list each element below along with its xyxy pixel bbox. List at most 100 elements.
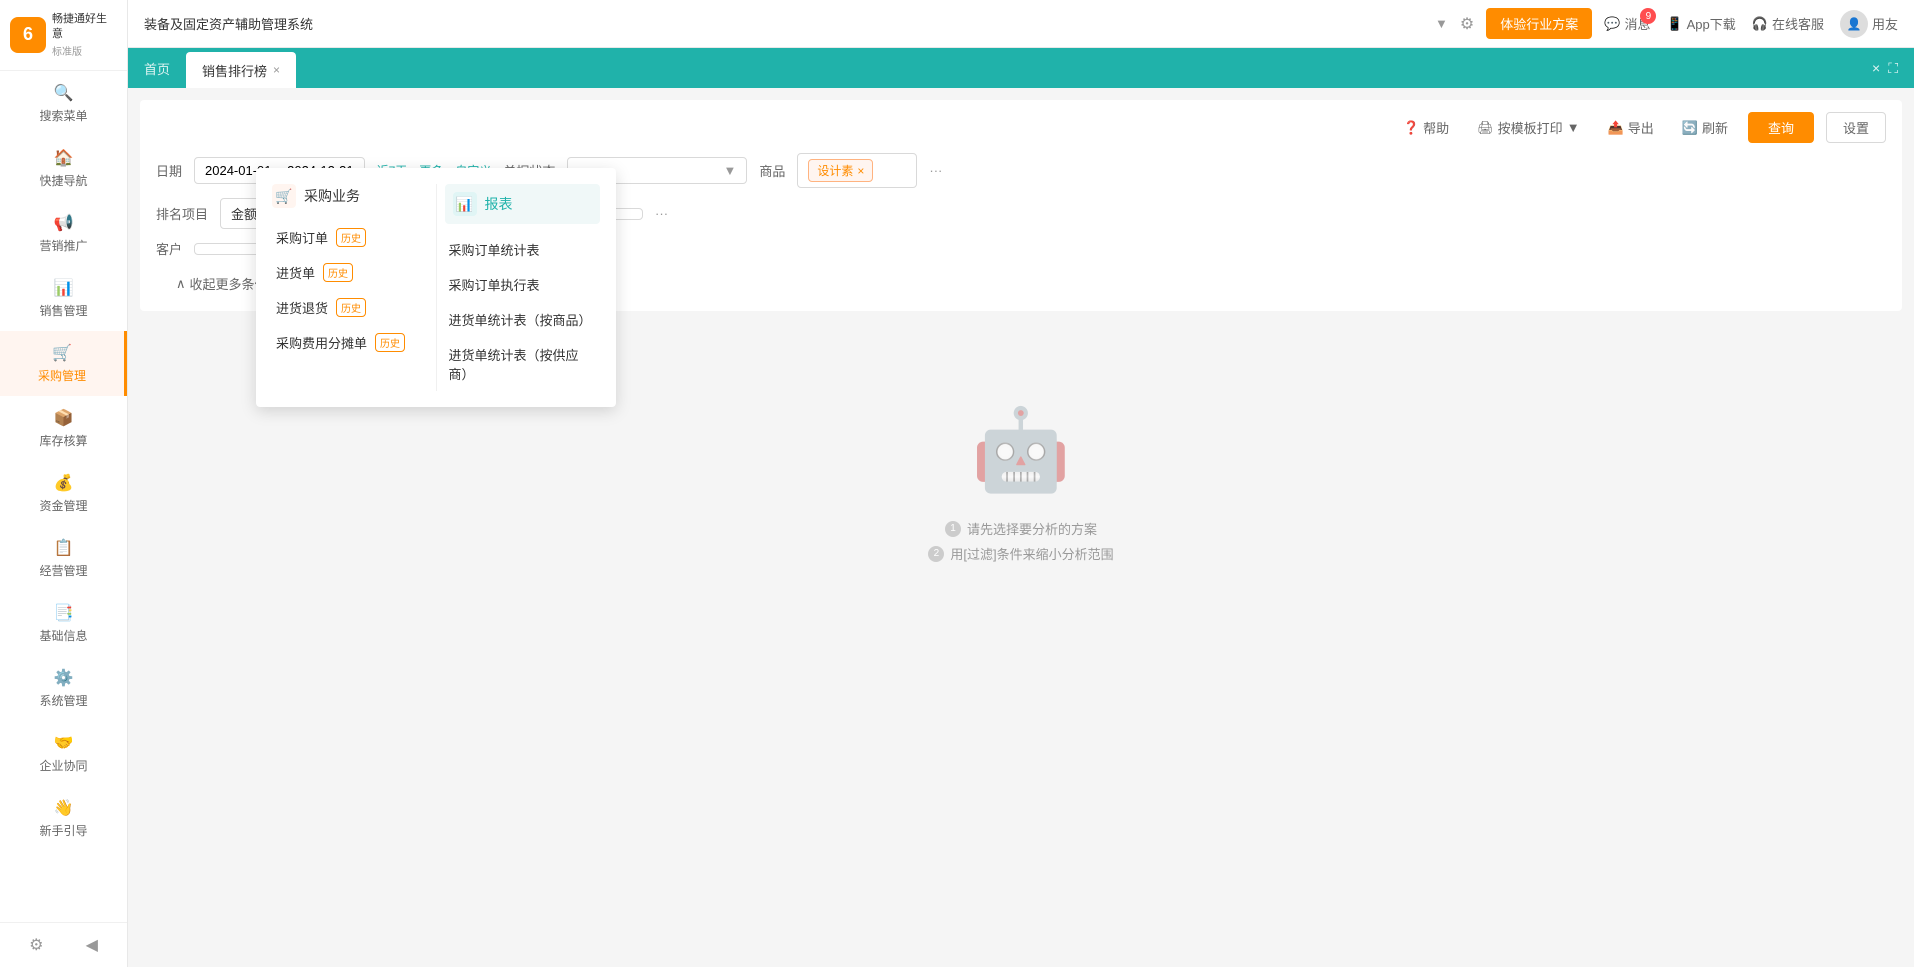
dropdown-purchase-header: 🛒 采购业务 [272,184,428,208]
dropdown-item-goods-in[interactable]: 进货单 历史 [272,255,428,290]
dropdown-divider [436,184,437,391]
sidebar-item-label: 经营管理 [39,562,87,579]
sidebar-item-inventory[interactable]: 📦 库存核算 [0,396,127,461]
goods-tag-close[interactable]: × [857,164,864,178]
hist-badge-goods-return: 历史 [336,298,366,317]
purchase-dropdown-menu: 🛒 采购业务 采购订单 历史 进货单 历史 [256,168,616,407]
message-item[interactable]: 💬 9 消息 [1604,14,1650,33]
sidebar-item-search[interactable]: 🔍 搜索菜单 [0,71,127,136]
inventory-icon: 📦 [54,408,74,428]
help-icon: ❓ [1403,120,1419,136]
empty-tip-1: 1 请先选择要分析的方案 [928,519,1113,538]
home-icon: 🏠 [54,148,74,168]
collapse-icon: ∧ [176,276,186,292]
sidebar-item-operations[interactable]: 📋 经营管理 [0,526,127,591]
sidebar-item-label: 库存核算 [39,432,87,449]
purchase-header-icon: 🛒 [272,184,296,208]
sidebar-item-label: 快捷导航 [39,172,87,189]
window-expand-icon[interactable]: ⛶ [1888,60,1898,77]
tab-home[interactable]: 首页 [128,48,186,88]
filter-toolbar: ❓ 帮助 🖨 按模板打印 ▼ 📤 导出 🔄 刷新 [156,112,1886,143]
goods-in-stats-supplier-label: 进货单统计表（按供应商） [449,345,597,383]
title-dropdown-icon[interactable]: ▼ [1435,16,1448,31]
user-label: 用友 [1872,14,1898,33]
sidebar-nav: 🔍 搜索菜单 🏠 快捷导航 📢 营销推广 📊 销售管理 🛒 采购管理 📦 [0,71,127,922]
export-btn[interactable]: 📤 导出 [1600,114,1662,141]
dropdown-item-goods-return[interactable]: 进货退货 历史 [272,290,428,325]
report-section-label: 报表 [485,194,513,214]
sidebar-item-label: 营销推广 [39,237,87,254]
salesperson-more-dots[interactable]: ··· [655,206,668,221]
goods-more-dots[interactable]: ··· [929,163,942,178]
marketing-icon: 📢 [54,213,74,233]
dropdown-item-goods-in-stats-goods[interactable]: 进货单统计表（按商品） [445,302,601,337]
report-header-icon: 📊 [453,192,477,216]
refresh-btn[interactable]: 🔄 刷新 [1674,114,1736,141]
sidebar-item-quick-nav[interactable]: 🏠 快捷导航 [0,136,127,201]
dropdown-col-report: 📊 报表 采购订单统计表 采购订单执行表 进货单统计表（按商品） [445,184,601,391]
user-item[interactable]: 👤 用友 [1840,10,1898,38]
export-label: 导出 [1628,118,1654,137]
tab-home-label: 首页 [144,59,170,78]
search-icon: 🔍 [54,83,74,103]
message-badge: 9 [1640,8,1656,24]
basic-icon: 📑 [54,603,74,623]
topbar-settings-icon[interactable]: ⚙ [1460,14,1474,34]
sidebar-settings-btn[interactable]: ⚙ [29,935,43,955]
help-label: 帮助 [1423,118,1449,137]
goods-label: 商品 [759,161,785,180]
user-avatar: 👤 [1840,10,1868,38]
online-service-item[interactable]: 🎧 在线客服 [1752,14,1824,33]
refresh-label: 刷新 [1702,118,1728,137]
sidebar-item-basic[interactable]: 📑 基础信息 [0,591,127,656]
app-download-label: App下载 [1687,14,1736,33]
goods-tag-value: 设计素 [817,162,853,179]
dropdown-columns: 🛒 采购业务 采购订单 历史 进货单 历史 [272,184,600,391]
operations-icon: 📋 [54,538,74,558]
tab-close-icon[interactable]: × [273,63,280,77]
refresh-icon: 🔄 [1682,120,1698,136]
tabbar: 首页 销售排行榜 × × ⛶ [128,48,1914,88]
main-area: 装备及固定资产辅助管理系统 ▼ ⚙ 体验行业方案 💬 9 消息 📱 App下载 … [128,0,1914,967]
message-icon: 💬 [1604,16,1620,32]
sidebar-item-label: 新手引导 [39,822,87,839]
sidebar-item-finance[interactable]: 💰 资金管理 [0,461,127,526]
tab-sales-ranking[interactable]: 销售排行榜 × [186,52,296,88]
goods-return-label: 进货退货 [276,298,328,317]
online-service-label: 在线客服 [1772,14,1824,33]
sidebar-collapse-btn[interactable]: ◀ [86,935,98,955]
app-download-item[interactable]: 📱 App下载 [1666,14,1735,33]
dropdown-item-goods-in-stats-supplier[interactable]: 进货单统计表（按供应商） [445,337,601,391]
enterprise-icon: 🤝 [54,733,74,753]
purchase-section-label: 采购业务 [304,186,360,206]
dropdown-report-header: 📊 报表 [445,184,601,224]
date-label: 日期 [156,161,182,180]
sidebar-item-purchase[interactable]: 🛒 采购管理 [0,331,127,396]
sidebar-item-label: 采购管理 [38,367,86,384]
help-btn[interactable]: ❓ 帮助 [1395,114,1457,141]
print-template-btn[interactable]: 🖨 按模板打印 ▼ [1469,114,1587,141]
hist-badge-goods-in: 历史 [323,263,353,282]
brand-name: 畅捷通好生意 [52,12,117,43]
goods-select[interactable]: 设计素 × [797,153,917,188]
window-close-icon[interactable]: × [1872,60,1880,76]
dropdown-item-purchase-order[interactable]: 采购订单 历史 [272,220,428,255]
dropdown-item-purchase-order-exec[interactable]: 采购订单执行表 [445,267,601,302]
sidebar-item-enterprise[interactable]: 🤝 企业协同 [0,721,127,786]
phone-icon: 📱 [1666,16,1682,32]
brand-sub: 标准版 [52,43,117,58]
dropdown-item-purchase-expense[interactable]: 采购费用分摊单 历史 [272,325,428,360]
query-btn[interactable]: 查询 [1748,112,1814,143]
system-title: 装备及固定资产辅助管理系统 [144,14,1423,33]
filter-settings-btn[interactable]: 设置 [1826,112,1886,143]
sidebar-item-system[interactable]: ⚙️ 系统管理 [0,656,127,721]
empty-tip-2: 2 用[过滤]条件来缩小分析范围 [928,544,1113,563]
sidebar-item-guide[interactable]: 👋 新手引导 [0,786,127,851]
sidebar-item-label: 系统管理 [39,692,87,709]
print-dropdown-icon: ▼ [1567,120,1580,135]
sidebar-item-sales[interactable]: 📊 销售管理 [0,266,127,331]
industry-btn[interactable]: 体验行业方案 [1486,8,1592,39]
dropdown-item-purchase-order-stats[interactable]: 采购订单统计表 [445,232,601,267]
sidebar-item-marketing[interactable]: 📢 营销推广 [0,201,127,266]
headset-icon: 🎧 [1752,16,1768,32]
